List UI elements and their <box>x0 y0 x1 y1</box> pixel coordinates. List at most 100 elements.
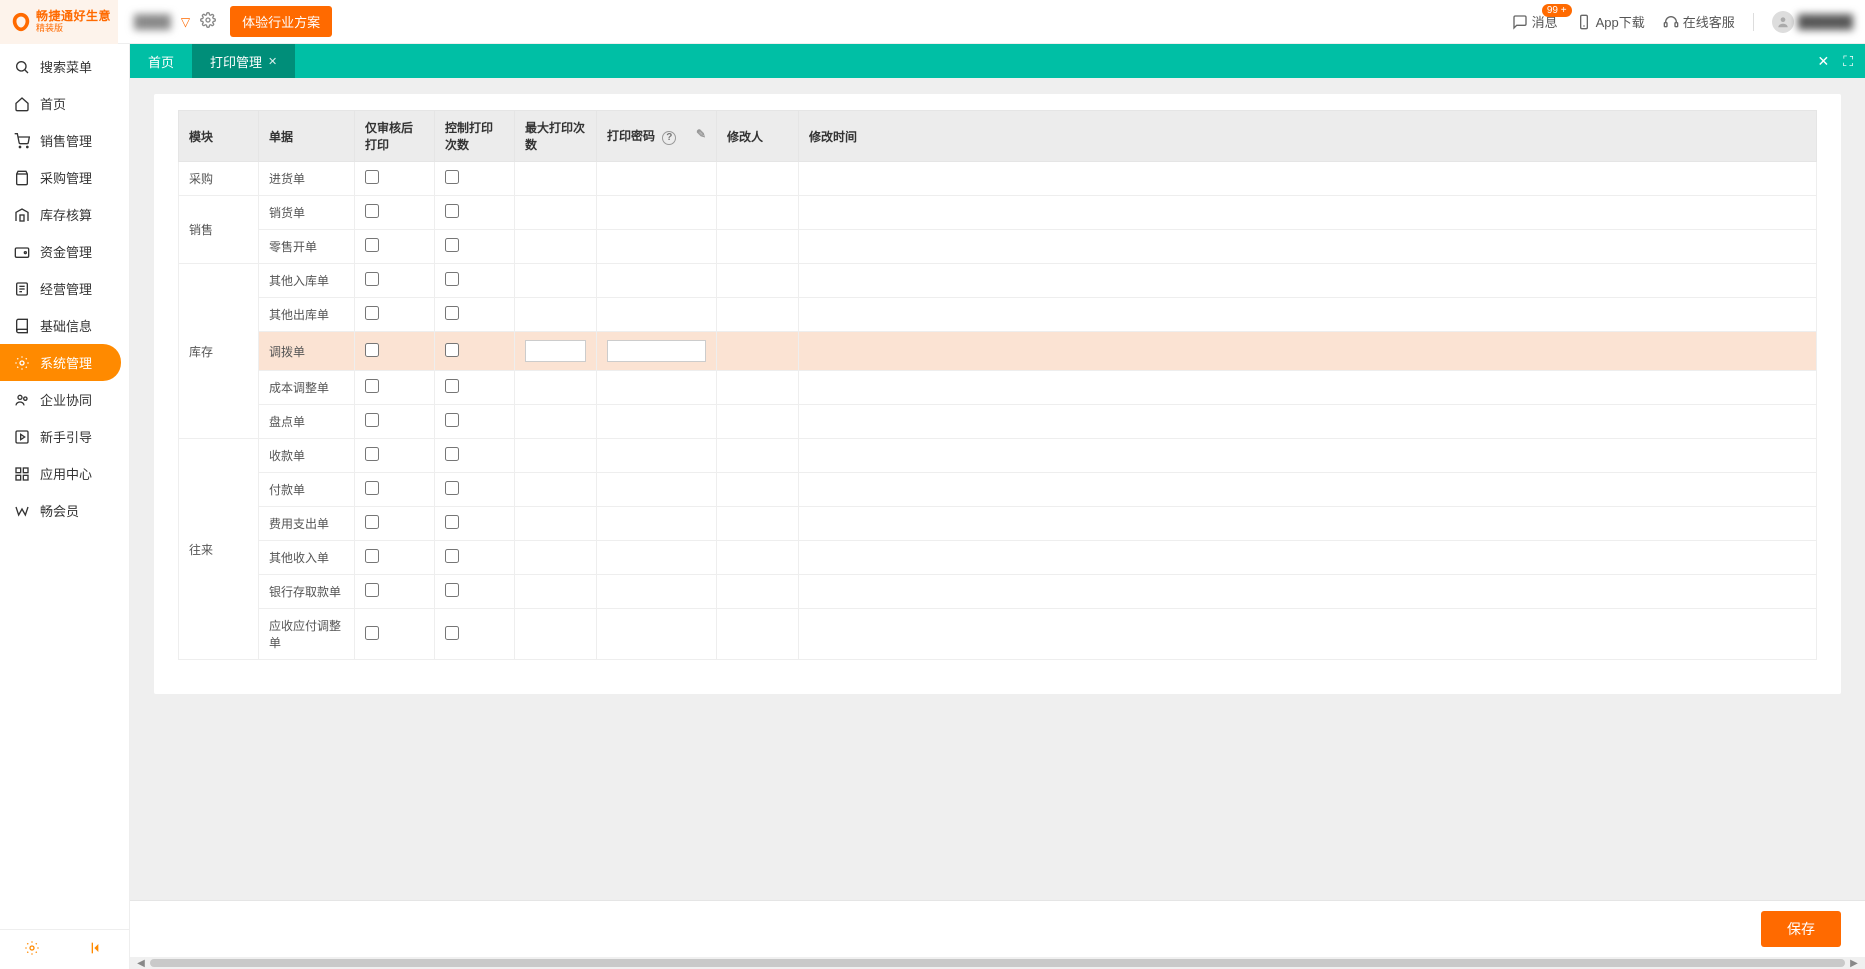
sidebar-item-vip[interactable]: 畅会员 <box>0 492 129 529</box>
user-menu[interactable]: ██████ <box>1772 11 1853 33</box>
audit-only-checkbox[interactable] <box>365 170 379 184</box>
limit-checkbox[interactable] <box>445 626 459 640</box>
edit-icon[interactable]: ✎ <box>696 127 706 141</box>
th-password-label: 打印密码 <box>607 129 655 143</box>
td-mod-time <box>799 230 1817 264</box>
td-limit <box>435 264 515 298</box>
td-modifier <box>717 230 799 264</box>
audit-only-checkbox[interactable] <box>365 515 379 529</box>
td-max <box>515 298 597 332</box>
sidebar-item-biz[interactable]: 经营管理 <box>0 270 129 307</box>
audit-only-checkbox[interactable] <box>365 238 379 252</box>
td-max <box>515 230 597 264</box>
online-service-button[interactable]: 在线客服 <box>1663 12 1735 31</box>
table-row: 库存其他入库单 <box>179 264 1817 298</box>
td-limit <box>435 473 515 507</box>
audit-only-checkbox[interactable] <box>365 272 379 286</box>
td-max <box>515 162 597 196</box>
audit-only-checkbox[interactable] <box>365 447 379 461</box>
sidebar-item-stock[interactable]: 库存核算 <box>0 196 129 233</box>
td-limit <box>435 541 515 575</box>
td-password <box>597 609 717 660</box>
try-industry-button[interactable]: 体验行业方案 <box>230 6 332 37</box>
brand-name: 畅捷通好生意 <box>36 10 111 22</box>
scroll-left-icon[interactable]: ◀ <box>136 958 146 969</box>
audit-only-checkbox[interactable] <box>365 204 379 218</box>
td-module: 往来 <box>179 439 259 660</box>
sidebar-item-guide[interactable]: 新手引导 <box>0 418 129 455</box>
td-password <box>597 541 717 575</box>
limit-checkbox[interactable] <box>445 515 459 529</box>
th-password: 打印密码 ? ✎ <box>597 111 717 162</box>
tab-close-all-icon[interactable]: ✕ <box>1817 53 1829 70</box>
company-settings-icon[interactable] <box>200 12 216 31</box>
horizontal-scrollbar[interactable]: ◀ ▶ <box>130 957 1865 969</box>
sidebar-item-purchase[interactable]: 采购管理 <box>0 159 129 196</box>
company-selector[interactable]: ████ ▽ <box>134 14 190 29</box>
print-password-input[interactable] <box>607 340 706 362</box>
limit-checkbox[interactable] <box>445 343 459 357</box>
sidebar-item-system[interactable]: 系统管理 <box>0 344 121 381</box>
td-modifier <box>717 473 799 507</box>
sidebar-item-home[interactable]: 首页 <box>0 85 129 122</box>
td-max <box>515 507 597 541</box>
audit-only-checkbox[interactable] <box>365 413 379 427</box>
limit-checkbox[interactable] <box>445 238 459 252</box>
limit-checkbox[interactable] <box>445 447 459 461</box>
sidebar-settings-icon[interactable] <box>24 940 40 959</box>
td-modifier <box>717 541 799 575</box>
brand-logo: 畅捷通好生意 精装版 <box>0 0 118 44</box>
close-icon[interactable]: ✕ <box>268 55 277 68</box>
td-mod-time <box>799 507 1817 541</box>
fullscreen-icon[interactable]: ⛶ <box>1843 53 1853 70</box>
audit-only-checkbox[interactable] <box>365 549 379 563</box>
online-service-label: 在线客服 <box>1683 12 1735 31</box>
td-limit <box>435 332 515 371</box>
sidebar-item-fund[interactable]: 资金管理 <box>0 233 129 270</box>
audit-only-checkbox[interactable] <box>365 583 379 597</box>
scroll-right-icon[interactable]: ▶ <box>1849 958 1859 969</box>
td-audit-only <box>355 298 435 332</box>
limit-checkbox[interactable] <box>445 379 459 393</box>
max-print-input[interactable] <box>525 340 586 362</box>
td-audit-only <box>355 196 435 230</box>
save-button[interactable]: 保存 <box>1761 911 1841 947</box>
limit-checkbox[interactable] <box>445 204 459 218</box>
limit-checkbox[interactable] <box>445 549 459 563</box>
app-download-button[interactable]: App下载 <box>1576 12 1645 31</box>
audit-only-checkbox[interactable] <box>365 379 379 393</box>
limit-checkbox[interactable] <box>445 481 459 495</box>
bag-icon <box>14 170 30 186</box>
limit-checkbox[interactable] <box>445 583 459 597</box>
tab-0[interactable]: 首页 <box>130 44 192 78</box>
tab-1[interactable]: 打印管理✕ <box>192 44 295 78</box>
audit-only-checkbox[interactable] <box>365 626 379 640</box>
sidebar-item-coop[interactable]: 企业协同 <box>0 381 129 418</box>
limit-checkbox[interactable] <box>445 170 459 184</box>
limit-checkbox[interactable] <box>445 306 459 320</box>
phone-icon <box>1576 14 1592 30</box>
sidebar-item-sales[interactable]: 销售管理 <box>0 122 129 159</box>
avatar-icon <box>1772 11 1794 33</box>
td-max <box>515 575 597 609</box>
messages-button[interactable]: 消息 99 + <box>1512 12 1558 31</box>
limit-checkbox[interactable] <box>445 413 459 427</box>
sidebar-item-apps[interactable]: 应用中心 <box>0 455 129 492</box>
limit-checkbox[interactable] <box>445 272 459 286</box>
company-name: ████ <box>134 14 171 29</box>
scroll-thumb[interactable] <box>150 959 1845 967</box>
td-limit <box>435 405 515 439</box>
sidebar-item-basic[interactable]: 基础信息 <box>0 307 129 344</box>
sidebar-collapse-icon[interactable] <box>89 940 105 959</box>
td-max <box>515 264 597 298</box>
td-password <box>597 405 717 439</box>
help-icon[interactable]: ? <box>662 131 676 145</box>
td-audit-only <box>355 405 435 439</box>
table-row: 盘点单 <box>179 405 1817 439</box>
audit-only-checkbox[interactable] <box>365 481 379 495</box>
audit-only-checkbox[interactable] <box>365 306 379 320</box>
audit-only-checkbox[interactable] <box>365 343 379 357</box>
sidebar-item-search[interactable]: 搜索菜单 <box>0 48 129 85</box>
sidebar: 搜索菜单首页销售管理采购管理库存核算资金管理经营管理基础信息系统管理企业协同新手… <box>0 44 130 969</box>
td-modifier <box>717 507 799 541</box>
